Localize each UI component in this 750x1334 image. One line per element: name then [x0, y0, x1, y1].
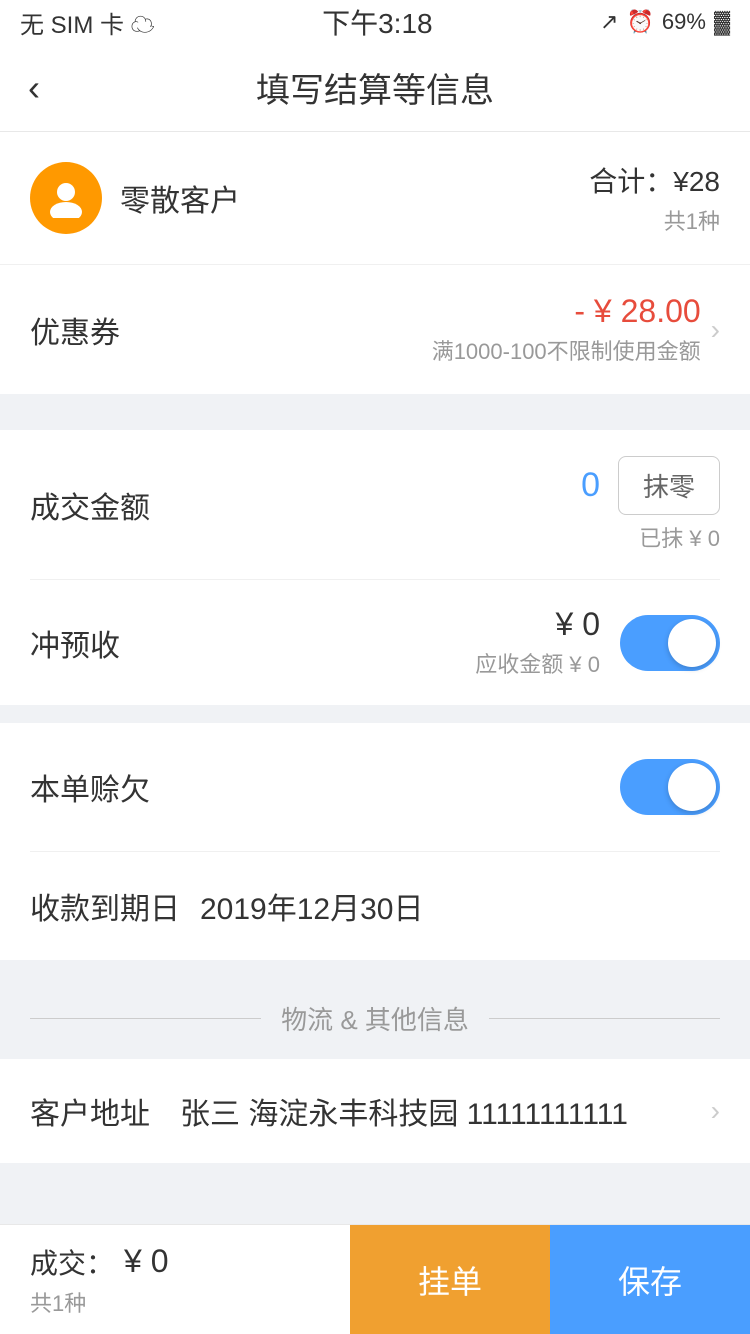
advance-label: 冲预收: [30, 621, 120, 665]
person-icon: [46, 178, 86, 218]
logistics-divider: 物流 & 其他信息: [0, 978, 750, 1059]
coupon-desc: 满1000-100不限制使用金额: [432, 334, 701, 366]
address-chevron-icon: ›: [711, 1095, 720, 1127]
section-divider-2: [0, 705, 750, 723]
customer-right: 合计：¥28 共1种: [589, 160, 720, 236]
back-button[interactable]: ‹: [28, 67, 40, 109]
coupon-discount: - ¥ 28.00: [432, 293, 701, 330]
logistics-line-left: [30, 1018, 261, 1019]
address-right: ›: [711, 1095, 720, 1127]
debt-date-label: 收款到期日: [30, 884, 180, 928]
content: 零散客户 合计：¥28 共1种 优惠券 - ¥ 28.00 满1000-100不…: [0, 132, 750, 1301]
transaction-amount-row: 0 抹零: [581, 456, 720, 515]
amount-section: 成交金额 0 抹零 已抹 ¥ 0 冲预收 ¥ 0 应收金额 ¥ 0: [0, 430, 750, 705]
status-bar-left: 无 SIM 卡 ☁: [20, 5, 155, 40]
advance-values: ¥ 0 应收金额 ¥ 0: [475, 606, 600, 679]
round-zero-button[interactable]: 抹零: [618, 456, 720, 515]
battery-icon: ▓: [714, 9, 730, 35]
status-bar: 无 SIM 卡 ☁ 下午3:18 ↗ ⏰ 69% ▓: [0, 0, 750, 44]
coupon-label: 优惠券: [30, 308, 120, 352]
coupon-chevron-icon: ›: [711, 314, 720, 346]
nav-bar: ‹ 填写结算等信息: [0, 44, 750, 132]
coupon-row[interactable]: 优惠券 - ¥ 28.00 满1000-100不限制使用金额 ›: [0, 264, 750, 394]
hold-button[interactable]: 挂单: [350, 1225, 550, 1334]
total-amount: 合计：¥28: [589, 160, 720, 200]
customer-name: 零散客户: [120, 176, 240, 220]
advance-row: 冲预收 ¥ 0 应收金额 ¥ 0: [30, 580, 720, 705]
debt-toggle-row: 本单赊欠: [30, 723, 720, 852]
bottom-deal-label: 成交：: [30, 1242, 114, 1282]
address-label: 客户地址: [30, 1089, 150, 1133]
debt-label: 本单赊欠: [30, 765, 150, 809]
debt-section: 本单赊欠 收款到期日 2019年12月30日: [0, 723, 750, 960]
location-icon: ↗: [600, 9, 618, 35]
coupon-right: - ¥ 28.00 满1000-100不限制使用金额 ›: [432, 293, 720, 366]
transaction-right: 0 抹零 已抹 ¥ 0: [581, 456, 720, 553]
address-section[interactable]: 客户地址 张三 海淀永丰科技园 11111111111 ›: [0, 1059, 750, 1163]
bottom-deal-row: 成交： ¥ 0: [30, 1242, 320, 1282]
transaction-row: 成交金额 0 抹零 已抹 ¥ 0: [30, 430, 720, 580]
coupon-info: - ¥ 28.00 满1000-100不限制使用金额: [432, 293, 701, 366]
advance-amount: ¥ 0: [475, 606, 600, 643]
customer-card: 零散客户 合计：¥28 共1种 优惠券 - ¥ 28.00 满1000-100不…: [0, 132, 750, 394]
page-title: 填写结算等信息: [256, 63, 494, 112]
sim-status: 无 SIM 卡 ☁: [20, 5, 155, 40]
customer-row: 零散客户 合计：¥28 共1种: [0, 132, 750, 264]
section-divider-1: [0, 412, 750, 430]
address-value: 张三 海淀永丰科技园 11111111111: [180, 1089, 711, 1133]
bottom-bar: 成交： ¥ 0 共1种 挂单 保存: [0, 1224, 750, 1334]
already-rounded: 已抹 ¥ 0: [581, 521, 720, 553]
battery-status: 69%: [662, 9, 706, 35]
logistics-line-right: [489, 1018, 720, 1019]
transaction-value: 0: [581, 466, 600, 505]
total-count: 共1种: [589, 204, 720, 236]
logistics-text: 物流 & 其他信息: [281, 1000, 469, 1037]
alarm-icon: ⏰: [626, 9, 653, 35]
debt-toggle[interactable]: [620, 759, 720, 815]
customer-left: 零散客户: [30, 162, 240, 234]
advance-right: ¥ 0 应收金额 ¥ 0: [475, 606, 720, 679]
status-bar-time: 下午3:18: [322, 2, 433, 42]
advance-receivable: 应收金额 ¥ 0: [475, 647, 600, 679]
advance-toggle[interactable]: [620, 615, 720, 671]
status-bar-right: ↗ ⏰ 69% ▓: [600, 9, 730, 35]
avatar: [30, 162, 102, 234]
transaction-label: 成交金额: [30, 483, 150, 527]
bottom-count: 共1种: [30, 1286, 320, 1318]
debt-date-value: 2019年12月30日: [200, 884, 423, 928]
debt-date-row: 收款到期日 2019年12月30日: [30, 852, 720, 960]
bottom-summary: 成交： ¥ 0 共1种: [0, 1242, 350, 1318]
save-button[interactable]: 保存: [550, 1225, 750, 1334]
bottom-deal-value: ¥ 0: [124, 1243, 168, 1280]
